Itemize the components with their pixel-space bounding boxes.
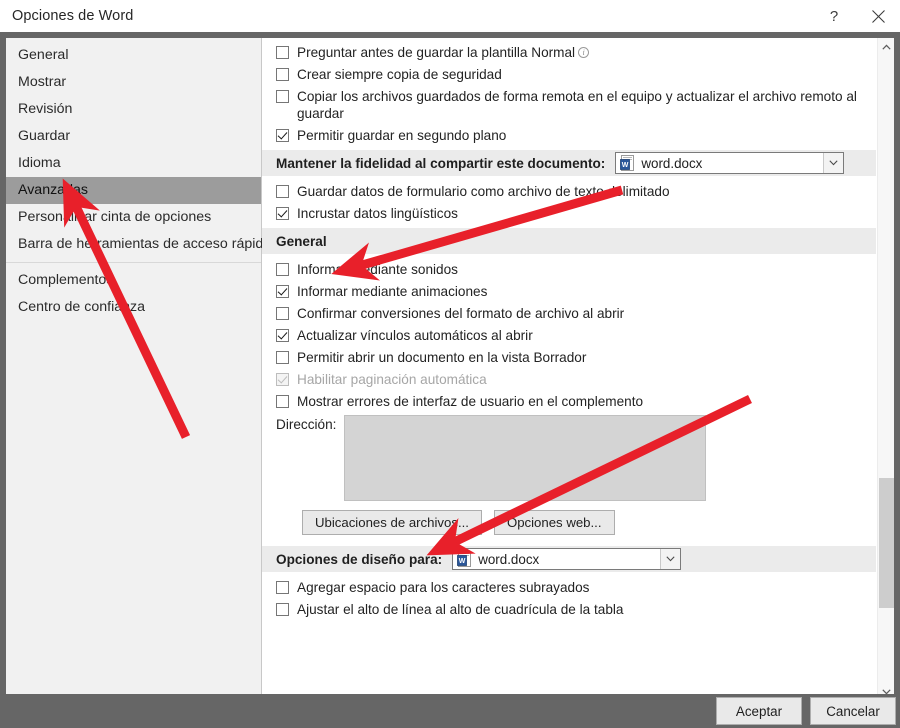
general-section-title: General <box>276 233 327 249</box>
checkbox-label: Permitir abrir un documento en la vista … <box>297 350 587 365</box>
title-bar: Opciones de Word ? <box>0 0 900 32</box>
fidelity-combobox-value: word.docx <box>641 155 703 171</box>
close-icon <box>871 9 885 23</box>
fidelity-label: Mantener la fidelidad al compartir este … <box>276 155 606 171</box>
checkbox-row[interactable]: Informar mediante animaciones <box>276 283 876 300</box>
checkbox-row[interactable]: Preguntar antes de guardar la plantilla … <box>276 44 876 61</box>
address-label: Dirección: <box>276 417 337 432</box>
checkbox-label: Permitir guardar en segundo plano <box>297 128 507 143</box>
checkbox-label: Agregar espacio para los caracteres subr… <box>297 580 590 595</box>
sidebar-item-mostrar[interactable]: Mostrar <box>6 69 261 96</box>
sidebar-item-avanzadas[interactable]: Avanzadas <box>6 177 261 204</box>
checkbox-permitir-guardar-segundo-plano[interactable] <box>276 129 289 142</box>
checkbox-row[interactable]: Crear siempre copia de seguridad <box>276 66 876 83</box>
sidebar-item-barra-acceso-rapido[interactable]: Barra de herramientas de acceso rápido <box>6 231 271 258</box>
checkbox-label: Habilitar paginación automática <box>297 372 487 387</box>
sidebar-item-personalizar-cinta[interactable]: Personalizar cinta de opciones <box>6 204 261 231</box>
checkbox-label: Incrustar datos lingüísticos <box>297 206 458 221</box>
checkbox-habilitar-paginacion-automatica <box>276 373 289 386</box>
checkbox-label: Preguntar antes de guardar la plantilla … <box>297 44 590 61</box>
ok-button[interactable]: Aceptar <box>716 697 802 725</box>
vertical-scrollbar[interactable] <box>877 38 894 700</box>
word-doc-icon: W <box>620 155 636 171</box>
checkbox-label: Copiar los archivos guardados de forma r… <box>297 89 857 121</box>
window-title: Opciones de Word <box>12 8 134 24</box>
advanced-options-scroll-area: Preguntar antes de guardar la plantilla … <box>262 38 876 700</box>
checkbox-actualizar-vinculos[interactable] <box>276 329 289 342</box>
layout-document-combobox[interactable]: W word.docx <box>452 548 682 570</box>
sidebar-item-centro-confianza[interactable]: Centro de confianza <box>6 294 261 321</box>
checkbox-row[interactable]: Permitir abrir un documento en la vista … <box>276 349 876 366</box>
chevron-down-icon[interactable] <box>660 549 681 569</box>
checkbox-ajustar-alto-linea[interactable] <box>276 603 289 616</box>
checkbox-label: Crear siempre copia de seguridad <box>297 67 502 82</box>
cancel-button[interactable]: Cancelar <box>810 697 896 725</box>
dialog-inner: General Mostrar Revisión Guardar Idioma … <box>6 38 894 700</box>
chevron-down-icon[interactable] <box>823 153 844 173</box>
sidebar-item-idioma[interactable]: Idioma <box>6 150 261 177</box>
checkbox-row[interactable]: Informar mediante sonidos <box>276 261 876 278</box>
options-sidebar: General Mostrar Revisión Guardar Idioma … <box>6 38 271 700</box>
checkbox-row[interactable]: Actualizar vínculos automáticos al abrir <box>276 327 876 344</box>
fidelity-band: Mantener la fidelidad al compartir este … <box>262 150 876 176</box>
checkbox-row[interactable]: Permitir guardar en segundo plano <box>276 127 876 144</box>
checkbox-row[interactable]: Agregar espacio para los caracteres subr… <box>276 579 876 596</box>
sidebar-item-guardar[interactable]: Guardar <box>6 123 261 150</box>
dialog-footer: Aceptar Cancelar <box>0 694 900 728</box>
checkbox-row-disabled: Habilitar paginación automática <box>276 371 876 388</box>
checkbox-permitir-vista-borrador[interactable] <box>276 351 289 364</box>
layout-combobox-value: word.docx <box>478 551 540 567</box>
help-button[interactable]: ? <box>812 0 856 32</box>
sidebar-item-general[interactable]: General <box>6 42 261 69</box>
checkbox-preguntar-plantilla-normal[interactable] <box>276 46 289 59</box>
sidebar-item-revision[interactable]: Revisión <box>6 96 261 123</box>
checkbox-guardar-datos-formulario[interactable] <box>276 185 289 198</box>
checkbox-label: Guardar datos de formulario como archivo… <box>297 184 670 199</box>
checkbox-confirmar-conversiones[interactable] <box>276 307 289 320</box>
checkbox-agregar-espacio-subrayados[interactable] <box>276 581 289 594</box>
checkbox-informar-animaciones[interactable] <box>276 285 289 298</box>
address-buttons: Ubicaciones de archivos... Opciones web.… <box>302 510 876 535</box>
window-controls: ? <box>812 0 900 32</box>
scroll-up-button[interactable] <box>878 38 894 55</box>
scrollbar-thumb[interactable] <box>879 478 894 608</box>
svg-text:W: W <box>622 162 629 169</box>
checkbox-label: Actualizar vínculos automáticos al abrir <box>297 328 533 343</box>
checkbox-copiar-archivos-remotos[interactable] <box>276 90 289 103</box>
checkbox-informar-sonidos[interactable] <box>276 263 289 276</box>
layout-label: Opciones de diseño para: <box>276 551 443 567</box>
checkbox-row[interactable]: Copiar los archivos guardados de forma r… <box>276 88 876 122</box>
checkbox-row[interactable]: Mostrar errores de interfaz de usuario e… <box>276 393 876 410</box>
fidelity-document-combobox[interactable]: W word.docx <box>615 152 845 174</box>
info-icon[interactable]: i <box>578 47 590 58</box>
dialog-frame: General Mostrar Revisión Guardar Idioma … <box>0 32 900 728</box>
checkbox-label: Informar mediante sonidos <box>297 262 458 277</box>
address-row: Dirección: <box>276 415 876 501</box>
checkbox-row[interactable]: Guardar datos de formulario como archivo… <box>276 183 876 200</box>
sidebar-item-complementos[interactable]: Complementos <box>6 267 261 294</box>
options-content-pane: Preguntar antes de guardar la plantilla … <box>262 38 894 700</box>
checkbox-label: Confirmar conversiones del formato de ar… <box>297 306 625 321</box>
layout-band: Opciones de diseño para: W word.docx <box>262 546 876 572</box>
checkbox-incrustar-datos-linguisticos[interactable] <box>276 207 289 220</box>
opciones-web-button[interactable]: Opciones web... <box>493 510 615 535</box>
word-doc-icon: W <box>457 551 473 567</box>
question-mark-icon: ? <box>829 7 839 25</box>
address-input[interactable] <box>344 415 707 501</box>
ubicaciones-de-archivos-button[interactable]: Ubicaciones de archivos... <box>302 510 482 535</box>
svg-text:W: W <box>459 558 466 565</box>
close-button[interactable] <box>856 0 900 32</box>
word-options-dialog: Opciones de Word ? General Mostrar Revis… <box>0 0 900 728</box>
checkbox-crear-copia-seguridad[interactable] <box>276 68 289 81</box>
checkbox-row[interactable]: Confirmar conversiones del formato de ar… <box>276 305 876 322</box>
checkbox-label: Ajustar el alto de línea al alto de cuad… <box>297 602 624 617</box>
general-band: General <box>262 228 876 254</box>
checkbox-row[interactable]: Ajustar el alto de línea al alto de cuad… <box>276 601 876 618</box>
checkbox-label: Informar mediante animaciones <box>297 284 488 299</box>
checkbox-row[interactable]: Incrustar datos lingüísticos <box>276 205 876 222</box>
sidebar-divider <box>6 262 261 263</box>
checkbox-label: Mostrar errores de interfaz de usuario e… <box>297 394 644 409</box>
checkbox-mostrar-errores-interfaz[interactable] <box>276 395 289 408</box>
